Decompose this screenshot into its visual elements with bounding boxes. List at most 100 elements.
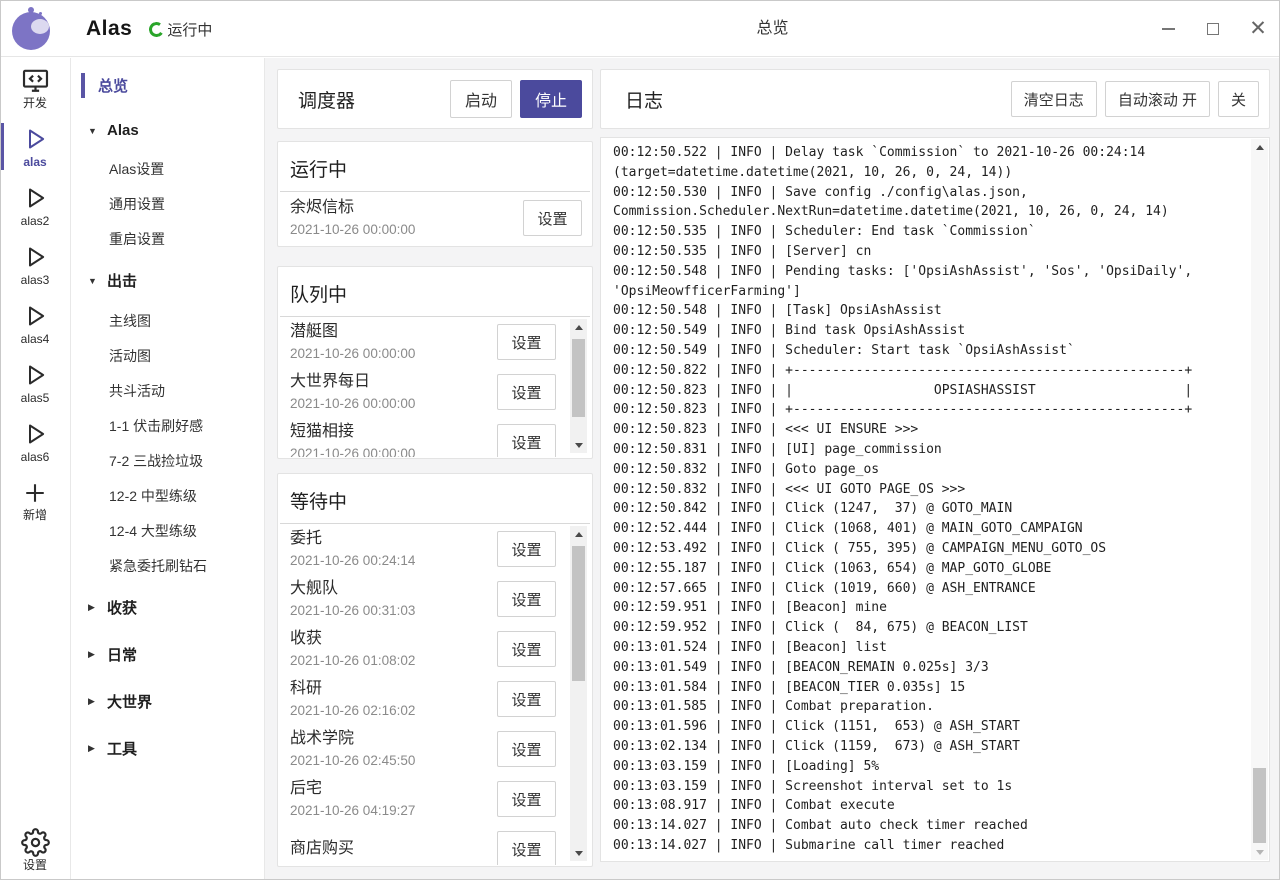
menu-item[interactable]: 重启设置 <box>72 222 264 257</box>
task-row: 余烬信标2021-10-26 00:00:00设置 <box>278 192 592 244</box>
menu-section-label: 大世界 <box>107 691 152 712</box>
scroll-down-icon[interactable] <box>570 437 587 453</box>
rail-item-alas5[interactable]: alas5 <box>0 353 70 412</box>
menu-section-header[interactable]: ▶日常 <box>72 631 264 678</box>
menu-item[interactable]: 1-1 伏击刷好感 <box>72 409 264 444</box>
rail-item-alas6[interactable]: alas6 <box>0 412 70 471</box>
rail-item-label: 新增 <box>23 508 47 522</box>
task-settings-button[interactable]: 设置 <box>497 681 556 717</box>
rail-item-alas4[interactable]: alas4 <box>0 294 70 353</box>
autoscroll-on-button[interactable]: 自动滚动 开 <box>1105 81 1210 117</box>
caret-right-icon: ▶ <box>88 602 98 613</box>
rail-item-add[interactable]: 新增 <box>0 471 70 530</box>
task-settings-button[interactable]: 设置 <box>497 831 556 865</box>
scrollbar-thumb[interactable] <box>1253 768 1266 843</box>
pending-title: 队列中 <box>278 267 592 316</box>
menu-item[interactable]: 紧急委托刷钻石 <box>72 549 264 584</box>
pending-panel: 队列中 潜艇图2021-10-26 00:00:00设置大世界每日2021-10… <box>277 266 593 459</box>
task-next-run-time: 2021-10-26 00:00:00 <box>290 395 415 412</box>
nav-menu: 总览 ▼AlasAlas设置通用设置重启设置 ▼ 出击主线图活动图共斗活动1-1 伏击… <box>72 58 265 879</box>
running-status: 运行中 <box>167 19 212 40</box>
play-icon <box>20 183 50 213</box>
task-settings-button[interactable]: 设置 <box>497 731 556 767</box>
menu-item[interactable]: 12-4 大型练级 <box>72 514 264 549</box>
scroll-up-icon[interactable] <box>570 526 587 542</box>
menu-section-header[interactable]: ▶工具 <box>72 725 264 772</box>
task-name: 科研 <box>290 679 415 699</box>
menu-item[interactable]: 共斗活动 <box>72 374 264 409</box>
task-name: 短猫相接 <box>290 422 415 442</box>
log-scrollbar[interactable] <box>1251 139 1268 860</box>
menu-section-header[interactable]: ▶ 大世界 <box>72 678 264 725</box>
task-settings-button[interactable]: 设置 <box>497 531 556 567</box>
clear-log-button[interactable]: 清空日志 <box>1011 81 1097 117</box>
stop-button[interactable]: 停止 <box>520 80 582 118</box>
task-row: 委托2021-10-26 00:24:14设置 <box>278 524 562 574</box>
scroll-down-icon[interactable] <box>1251 844 1268 860</box>
app-name: Alas <box>86 17 132 41</box>
task-settings-button[interactable]: 设置 <box>497 631 556 667</box>
task-row: 收获2021-10-26 01:08:02设置 <box>278 624 562 674</box>
task-name: 大世界每日 <box>290 372 415 392</box>
log-title: 日志 <box>625 86 663 113</box>
task-name: 潜艇图 <box>290 322 415 342</box>
gear-icon <box>21 828 50 857</box>
menu-item[interactable]: 7-2 三战捡垃圾 <box>72 444 264 479</box>
waiting-scrollbar[interactable] <box>570 526 587 861</box>
rail-item-alas[interactable]: alas <box>0 117 70 176</box>
start-button[interactable]: 启动 <box>450 80 512 118</box>
scrollbar-thumb[interactable] <box>572 546 585 681</box>
menu-section-header[interactable]: ▼ 出击 <box>72 257 264 304</box>
task-row: 潜艇图2021-10-26 00:00:00设置 <box>278 317 562 367</box>
task-settings-button[interactable]: 设置 <box>523 200 582 236</box>
rail-item-label: 设置 <box>23 858 47 872</box>
scroll-up-icon[interactable] <box>1251 139 1268 155</box>
task-settings-button[interactable]: 设置 <box>497 424 556 457</box>
task-row: 商店购买 设置 <box>278 824 562 865</box>
task-next-run-time: 2021-10-26 00:00:00 <box>290 445 415 457</box>
pending-scrollbar[interactable] <box>570 319 587 453</box>
menu-item[interactable]: Alas设置 <box>72 152 264 187</box>
caret-right-icon: ▶ <box>88 696 98 707</box>
rail-item-alas2[interactable]: alas2 <box>0 176 70 235</box>
instance-rail: 开发alas alas2 alas3alas4alas5 alas6 新增设置 <box>0 58 71 879</box>
minimize-button[interactable] <box>1160 21 1176 37</box>
play-icon <box>20 419 50 449</box>
task-name: 商店购买 <box>290 839 354 859</box>
menu-item[interactable]: 活动图 <box>72 339 264 374</box>
window-controls: ✕ <box>1160 0 1266 57</box>
menu-item-overview[interactable]: 总览 <box>72 69 264 102</box>
rail-item-label: alas2 <box>21 214 50 228</box>
task-settings-button[interactable]: 设置 <box>497 581 556 617</box>
maximize-button[interactable] <box>1205 21 1221 37</box>
menu-section-label: 工具 <box>107 738 137 759</box>
scroll-down-icon[interactable] <box>570 845 587 861</box>
menu-item[interactable]: 通用设置 <box>72 187 264 222</box>
waiting-title: 等待中 <box>278 474 592 523</box>
titlebar: Alas 运行中 总览 ✕ <box>0 0 1280 57</box>
task-name: 余烬信标 <box>290 198 415 218</box>
scroll-up-icon[interactable] <box>570 319 587 335</box>
log-header: 日志 清空日志 自动滚动 开 关 <box>600 69 1270 129</box>
running-title: 运行中 <box>278 142 592 191</box>
autoscroll-off-button[interactable]: 关 <box>1218 81 1259 117</box>
caret-down-icon: ▼ <box>88 276 98 286</box>
task-settings-button[interactable]: 设置 <box>497 781 556 817</box>
menu-section-label: 出击 <box>107 270 137 291</box>
task-next-run-time: 2021-10-26 02:45:50 <box>290 752 415 769</box>
waiting-panel: 等待中 委托2021-10-26 00:24:14设置大舰队2021-10-26… <box>277 473 593 867</box>
rail-item-alas3[interactable]: alas3 <box>0 235 70 294</box>
menu-item[interactable]: 主线图 <box>72 304 264 339</box>
task-row: 战术学院2021-10-26 02:45:50设置 <box>278 724 562 774</box>
close-button[interactable]: ✕ <box>1250 21 1266 37</box>
rail-item-settings[interactable]: 设置 <box>0 820 70 879</box>
rail-item-label: alas6 <box>21 450 50 464</box>
menu-section-header[interactable]: ▶收获 <box>72 584 264 631</box>
menu-item[interactable]: 12-2 中型练级 <box>72 479 264 514</box>
task-settings-button[interactable]: 设置 <box>497 324 556 360</box>
running-spinner-icon <box>148 20 165 37</box>
menu-section-header[interactable]: ▼Alas <box>72 109 264 152</box>
task-settings-button[interactable]: 设置 <box>497 374 556 410</box>
scrollbar-thumb[interactable] <box>572 339 585 417</box>
rail-item-dev[interactable]: 开发 <box>0 58 70 117</box>
